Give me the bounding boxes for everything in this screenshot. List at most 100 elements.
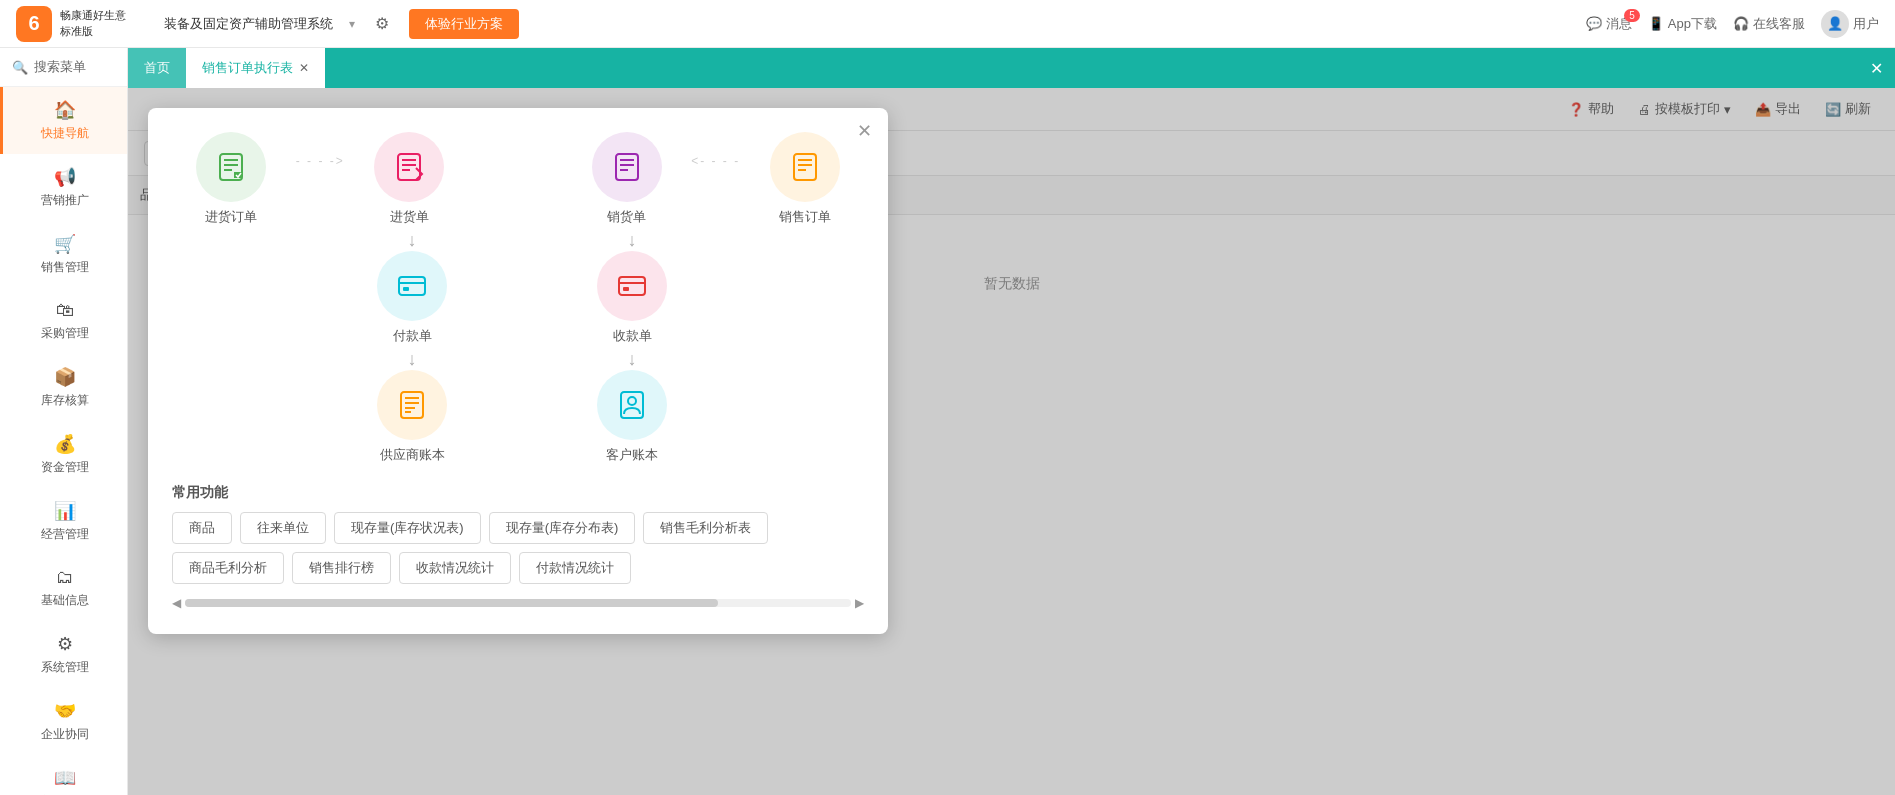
system-name: 装备及固定资产辅助管理系统 [164, 15, 333, 33]
func-btn-goods[interactable]: 商品 [172, 512, 232, 544]
payment-bill-label: 付款单 [393, 327, 432, 345]
flow-node-receipt-bill[interactable]: 收款单 [572, 251, 692, 345]
scroll-left-button[interactable]: ◀ [172, 596, 181, 610]
sidebar-item-newbie[interactable]: 📖 新手引导 [0, 755, 127, 795]
sales-order-tab-label: 销售订单执行表 [202, 59, 293, 77]
sidebar-item-quick-nav[interactable]: 🏠 快捷导航 [0, 87, 127, 154]
money-icon: 💰 [54, 433, 76, 455]
app-download-button[interactable]: 📱 App下载 [1648, 15, 1717, 33]
message-button[interactable]: 💬 消息 5 [1586, 15, 1632, 33]
flow-node-supplier-account[interactable]: 供应商账本 [352, 370, 472, 464]
tab-home[interactable]: 首页 [128, 48, 186, 88]
sidebar-item-system[interactable]: ⚙ 系统管理 [0, 621, 127, 688]
receipt-bill-label: 收款单 [613, 327, 652, 345]
customer-account-label: 客户账本 [606, 446, 658, 464]
online-service-button[interactable]: 🎧 在线客服 [1733, 15, 1805, 33]
svg-rect-4 [398, 154, 420, 180]
folder-icon: 🗂 [56, 567, 74, 588]
flow-diagram: 进货订单 - - - -> 进货单 [172, 132, 864, 464]
avatar: 👤 [1821, 10, 1849, 38]
svg-rect-18 [403, 287, 409, 291]
handshake-icon: 🤝 [54, 700, 76, 722]
search-icon: 🔍 [12, 60, 28, 75]
supplier-account-label: 供应商账本 [380, 446, 445, 464]
tab-sales-order-exec[interactable]: 销售订单执行表 ✕ [186, 48, 325, 88]
flow-node-sales-order[interactable]: 销售订单 [745, 132, 864, 226]
book-icon: 📖 [54, 767, 76, 789]
sidebar-item-label: 企业协同 [41, 726, 89, 743]
flow-node-customer-account[interactable]: 客户账本 [572, 370, 692, 464]
scrollbar-thumb[interactable] [185, 599, 718, 607]
func-btn-current-stock-dist[interactable]: 现存量(库存分布表) [489, 512, 636, 544]
quick-nav-modal: ✕ 进货订单 [148, 108, 888, 634]
sidebar-item-purchase[interactable]: 🛍 采购管理 [0, 288, 127, 354]
sidebar-item-enterprise[interactable]: 🤝 企业协同 [0, 688, 127, 755]
sidebar-item-inventory[interactable]: 📦 库存核算 [0, 354, 127, 421]
flow-node-sales-bill[interactable]: 销货单 [567, 132, 686, 226]
svg-rect-12 [794, 154, 816, 180]
svg-rect-19 [619, 277, 645, 295]
arrow-down-payment: ↓ [352, 349, 472, 370]
sales-bill-label: 销货单 [607, 208, 646, 226]
sales-bill-icon [592, 132, 662, 202]
purchase-bill-label: 进货单 [390, 208, 429, 226]
tab-close-icon[interactable]: ✕ [299, 61, 309, 75]
func-btn-current-stock-status[interactable]: 现存量(库存状况表) [334, 512, 481, 544]
svg-rect-22 [401, 392, 423, 418]
flow-node-payment-bill[interactable]: 付款单 [352, 251, 472, 345]
func-btn-counterpart[interactable]: 往来单位 [240, 512, 326, 544]
modal-close-button[interactable]: ✕ [857, 120, 872, 142]
megaphone-icon: 📢 [54, 166, 76, 188]
sidebar-item-finance[interactable]: 💰 资金管理 [0, 421, 127, 488]
scrollbar-track[interactable] [185, 599, 851, 607]
logo-area: 6 畅康通好生意 标准版 [16, 6, 144, 42]
content-area: 首页 销售订单执行表 ✕ ✕ ❓ 帮助 [128, 48, 1895, 795]
home-icon: 🏠 [54, 99, 76, 121]
sidebar-item-label: 采购管理 [41, 325, 89, 342]
svg-rect-8 [616, 154, 638, 180]
sidebar-item-sales[interactable]: 🛒 销售管理 [0, 221, 127, 288]
purchase-order-icon [196, 132, 266, 202]
func-btn-sales-profit-analysis[interactable]: 销售毛利分析表 [643, 512, 768, 544]
arrow-sales-order-to-bill: <- - - - [686, 154, 745, 168]
app-download-icon: 📱 [1648, 16, 1664, 31]
svg-rect-16 [399, 277, 425, 295]
search-menu[interactable]: 🔍 搜索菜单 [0, 48, 127, 87]
arrow-down-sales-bill: ↓ [572, 230, 692, 251]
common-functions-title: 常用功能 [172, 484, 864, 502]
sidebar-item-basic[interactable]: 🗂 基础信息 [0, 555, 127, 621]
func-btn-receipt-stats[interactable]: 收款情况统计 [399, 552, 511, 584]
sidebar-item-label: 资金管理 [41, 459, 89, 476]
user-menu[interactable]: 👤 用户 [1821, 10, 1879, 38]
func-btn-sales-ranking[interactable]: 销售排行榜 [292, 552, 391, 584]
func-btn-payment-stats[interactable]: 付款情况统计 [519, 552, 631, 584]
logo-icon: 6 [16, 6, 52, 42]
arrow-purchase-to-bill: - - - -> [291, 154, 350, 168]
supplier-account-icon [377, 370, 447, 440]
func-buttons: 商品 往来单位 现存量(库存状况表) 现存量(库存分布表) 销售毛利分析表 商品… [172, 512, 864, 584]
gear-icon: ⚙ [57, 633, 73, 655]
system-dropdown-icon[interactable]: ▾ [349, 17, 355, 31]
trial-button[interactable]: 体验行业方案 [409, 9, 519, 39]
func-btn-goods-profit-analysis[interactable]: 商品毛利分析 [172, 552, 284, 584]
message-icon: 💬 [1586, 16, 1602, 31]
sidebar-item-label: 库存核算 [41, 392, 89, 409]
settings-icon[interactable]: ⚙ [375, 14, 389, 33]
sidebar: 🔍 搜索菜单 🏠 快捷导航 📢 营销推广 🛒 销售管理 🛍 采购管理 📦 [0, 48, 128, 795]
sidebar-item-marketing[interactable]: 📢 营销推广 [0, 154, 127, 221]
sidebar-item-label: 基础信息 [41, 592, 89, 609]
page-content: ❓ 帮助 🖨 按模板打印 ▾ 📤 导出 🔄 [128, 88, 1895, 795]
payment-bill-icon [377, 251, 447, 321]
close-content-icon[interactable]: ✕ [1870, 59, 1883, 78]
scrollbar-area: ◀ ▶ [172, 596, 864, 610]
flow-node-purchase-bill[interactable]: 进货单 [350, 132, 469, 226]
sales-order-icon [770, 132, 840, 202]
modal-overlay[interactable]: ✕ 进货订单 [128, 88, 1895, 795]
flow-node-purchase-order[interactable]: 进货订单 [172, 132, 291, 226]
common-functions: 常用功能 商品 往来单位 现存量(库存状况表) 现存量(库存分布表) 销售毛利分… [172, 484, 864, 584]
sidebar-item-operations[interactable]: 📊 经营管理 [0, 488, 127, 555]
scroll-right-button[interactable]: ▶ [855, 596, 864, 610]
receipt-bill-icon [597, 251, 667, 321]
svg-point-28 [628, 397, 636, 405]
sales-order-label: 销售订单 [779, 208, 831, 226]
